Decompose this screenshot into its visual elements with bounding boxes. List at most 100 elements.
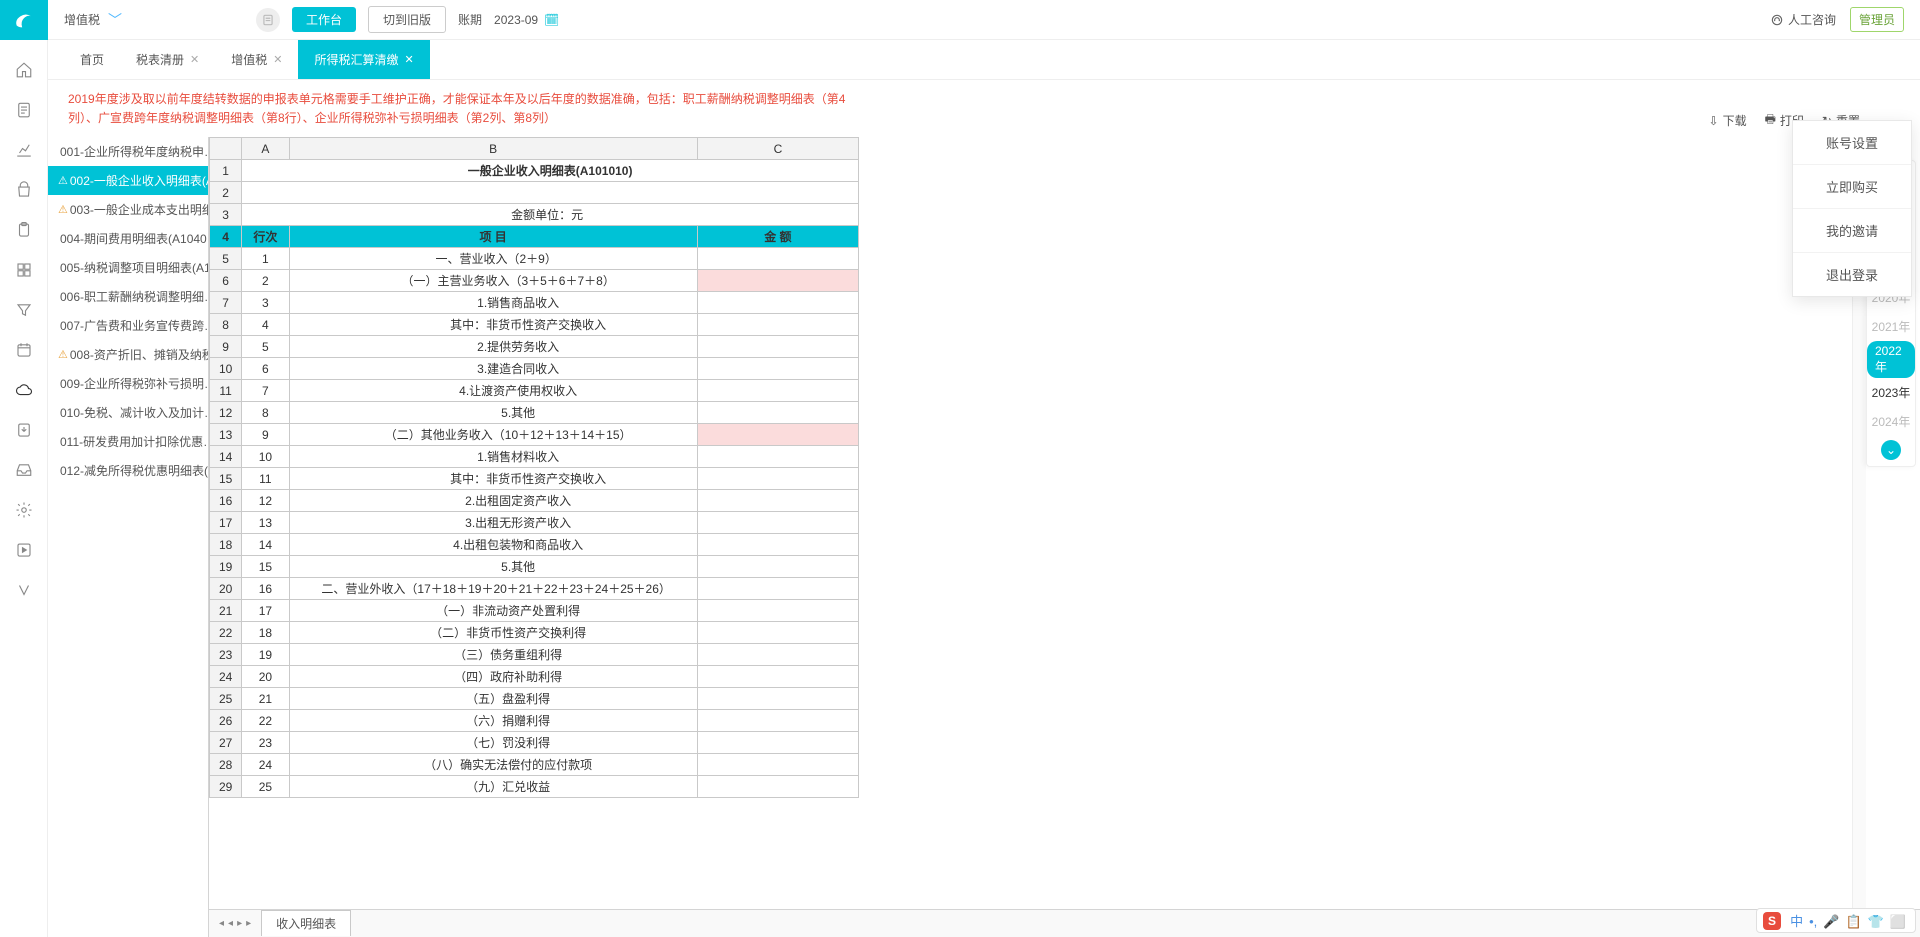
cell-C-8[interactable] — [697, 314, 858, 336]
cell-C-18[interactable] — [697, 534, 858, 556]
year-2024年[interactable]: 2024年 — [1872, 407, 1911, 436]
cell-A-7[interactable]: 3 — [242, 292, 289, 314]
tree-item-0[interactable]: 001-企业所得税年度纳税申… — [48, 137, 208, 166]
user-menu-item-3[interactable]: 退出登录 — [1793, 253, 1911, 296]
tree-item-9[interactable]: 010-免税、减计收入及加计… — [48, 398, 208, 427]
cell-B-15[interactable]: 其中：非货币性资产交换收入 — [289, 468, 697, 490]
cell-A-20[interactable]: 16 — [242, 578, 289, 600]
tab-0[interactable]: 首页 — [64, 40, 120, 79]
nav-calendar-icon[interactable] — [14, 340, 34, 360]
module-selector[interactable]: 增值税 ﹀ — [64, 10, 244, 30]
cell-C-26[interactable] — [697, 710, 858, 732]
cell-C-6[interactable] — [697, 270, 858, 292]
cell-C-27[interactable] — [697, 732, 858, 754]
tab-2[interactable]: 增值税✕ — [215, 40, 298, 79]
close-icon[interactable]: ✕ — [405, 53, 414, 66]
cell-B-10[interactable]: 3.建造合同收入 — [289, 358, 697, 380]
cell-A-17[interactable]: 13 — [242, 512, 289, 534]
nav-clipboard-icon[interactable] — [14, 220, 34, 240]
cell-C-11[interactable] — [697, 380, 858, 402]
tree-item-5[interactable]: 006-职工薪酬纳税调整明细… — [48, 282, 208, 311]
ime-item-0[interactable]: 中 — [1790, 914, 1803, 929]
cell-C-29[interactable] — [697, 776, 858, 798]
tree-item-4[interactable]: 005-纳税调整项目明细表(A1… — [48, 253, 208, 282]
tree-item-8[interactable]: 009-企业所得税弥补亏损明… — [48, 369, 208, 398]
cell-B-9[interactable]: 2.提供劳务收入 — [289, 336, 697, 358]
cell-C-24[interactable] — [697, 666, 858, 688]
ime-item-4[interactable]: 👕 — [1868, 914, 1884, 929]
nav-filter-icon[interactable] — [14, 300, 34, 320]
admin-button[interactable]: 管理员 — [1850, 7, 1904, 32]
ime-item-3[interactable]: 📋 — [1845, 914, 1861, 929]
cell-B-11[interactable]: 4.让渡资产使用权收入 — [289, 380, 697, 402]
ime-toolbar[interactable]: S 中•,🎤📋👕⬜ — [1756, 908, 1916, 933]
spreadsheet-grid[interactable]: ABC1一般企业收入明细表(A101010)23金额单位：元4行次项 目金 额5… — [209, 137, 1920, 909]
tree-item-11[interactable]: 012-减免所得税优惠明细表(… — [48, 456, 208, 485]
cell-C-14[interactable] — [697, 446, 858, 468]
cell-B-23[interactable]: （三）债务重组利得 — [289, 644, 697, 666]
nav-bag-icon[interactable] — [14, 180, 34, 200]
switch-old-button[interactable]: 切到旧版 — [368, 6, 446, 33]
cell-C-9[interactable] — [697, 336, 858, 358]
cell-C-25[interactable] — [697, 688, 858, 710]
year-2022年[interactable]: 2022年 — [1867, 341, 1915, 378]
cell-A-8[interactable]: 4 — [242, 314, 289, 336]
cell-B-8[interactable]: 其中：非货币性资产交换收入 — [289, 314, 697, 336]
cell-B-29[interactable]: （九）汇兑收益 — [289, 776, 697, 798]
tree-item-2[interactable]: ⚠003-一般企业成本支出明细… — [48, 195, 208, 224]
nav-gear-icon[interactable] — [14, 500, 34, 520]
cell-A-13[interactable]: 9 — [242, 424, 289, 446]
cell-A-15[interactable]: 11 — [242, 468, 289, 490]
cell-A-14[interactable]: 10 — [242, 446, 289, 468]
cell-A-6[interactable]: 2 — [242, 270, 289, 292]
user-menu-item-0[interactable]: 账号设置 — [1793, 121, 1911, 165]
app-logo[interactable] — [0, 0, 48, 40]
tree-item-3[interactable]: 004-期间费用明细表(A1040… — [48, 224, 208, 253]
cell-C-20[interactable] — [697, 578, 858, 600]
cell-C-21[interactable] — [697, 600, 858, 622]
year-more-icon[interactable]: ⌄ — [1881, 440, 1901, 460]
cell-C-23[interactable] — [697, 644, 858, 666]
cell-A-16[interactable]: 12 — [242, 490, 289, 512]
sheet-nav[interactable]: ◂◂▸▸ — [209, 918, 261, 929]
cell-B-28[interactable]: （八）确实无法偿付的应付款项 — [289, 754, 697, 776]
cell-A-25[interactable]: 21 — [242, 688, 289, 710]
cell-C-19[interactable] — [697, 556, 858, 578]
cell-B-25[interactable]: （五）盘盈利得 — [289, 688, 697, 710]
tree-item-7[interactable]: ⚠008-资产折旧、摊销及纳税… — [48, 340, 208, 369]
cell-B-13[interactable]: （二）其他业务收入（10＋12＋13＋14＋15） — [289, 424, 697, 446]
nav-play-icon[interactable] — [14, 540, 34, 560]
cell-A-22[interactable]: 18 — [242, 622, 289, 644]
cell-A-26[interactable]: 22 — [242, 710, 289, 732]
cell-C-17[interactable] — [697, 512, 858, 534]
cell-B-6[interactable]: （一）主营业务收入（3＋5＋6＋7＋8） — [289, 270, 697, 292]
cell-A-11[interactable]: 7 — [242, 380, 289, 402]
cell-B-27[interactable]: （七）罚没利得 — [289, 732, 697, 754]
nav-home-icon[interactable] — [14, 60, 34, 80]
cell-A-10[interactable]: 6 — [242, 358, 289, 380]
tree-item-10[interactable]: 011-研发费用加计扣除优惠… — [48, 427, 208, 456]
close-icon[interactable]: ✕ — [190, 53, 199, 66]
cell-B-16[interactable]: 2.出租固定资产收入 — [289, 490, 697, 512]
cell-B-5[interactable]: 一、营业收入（2＋9） — [289, 248, 697, 270]
cell-C-13[interactable] — [697, 424, 858, 446]
nav-inbox-icon[interactable] — [14, 460, 34, 480]
cell-A-28[interactable]: 24 — [242, 754, 289, 776]
cell-A-24[interactable]: 20 — [242, 666, 289, 688]
cell-C-10[interactable] — [697, 358, 858, 380]
close-icon[interactable]: ✕ — [273, 53, 282, 66]
cell-B-24[interactable]: （四）政府补助利得 — [289, 666, 697, 688]
cell-B-21[interactable]: （一）非流动资产处置利得 — [289, 600, 697, 622]
cell-A-21[interactable]: 17 — [242, 600, 289, 622]
year-2023年[interactable]: 2023年 — [1872, 378, 1911, 407]
tree-item-1[interactable]: ⚠002-一般企业收入明细表(A1… — [48, 166, 208, 195]
sheet-tab[interactable]: 收入明细表 — [261, 910, 351, 936]
cell-A-12[interactable]: 8 — [242, 402, 289, 424]
year-2021年[interactable]: 2021年 — [1872, 312, 1911, 341]
cell-C-16[interactable] — [697, 490, 858, 512]
cell-B-26[interactable]: （六）捐赠利得 — [289, 710, 697, 732]
cell-A-23[interactable]: 19 — [242, 644, 289, 666]
cell-A-19[interactable]: 15 — [242, 556, 289, 578]
nav-cloud-icon[interactable] — [14, 380, 34, 400]
nav-export-icon[interactable] — [14, 420, 34, 440]
